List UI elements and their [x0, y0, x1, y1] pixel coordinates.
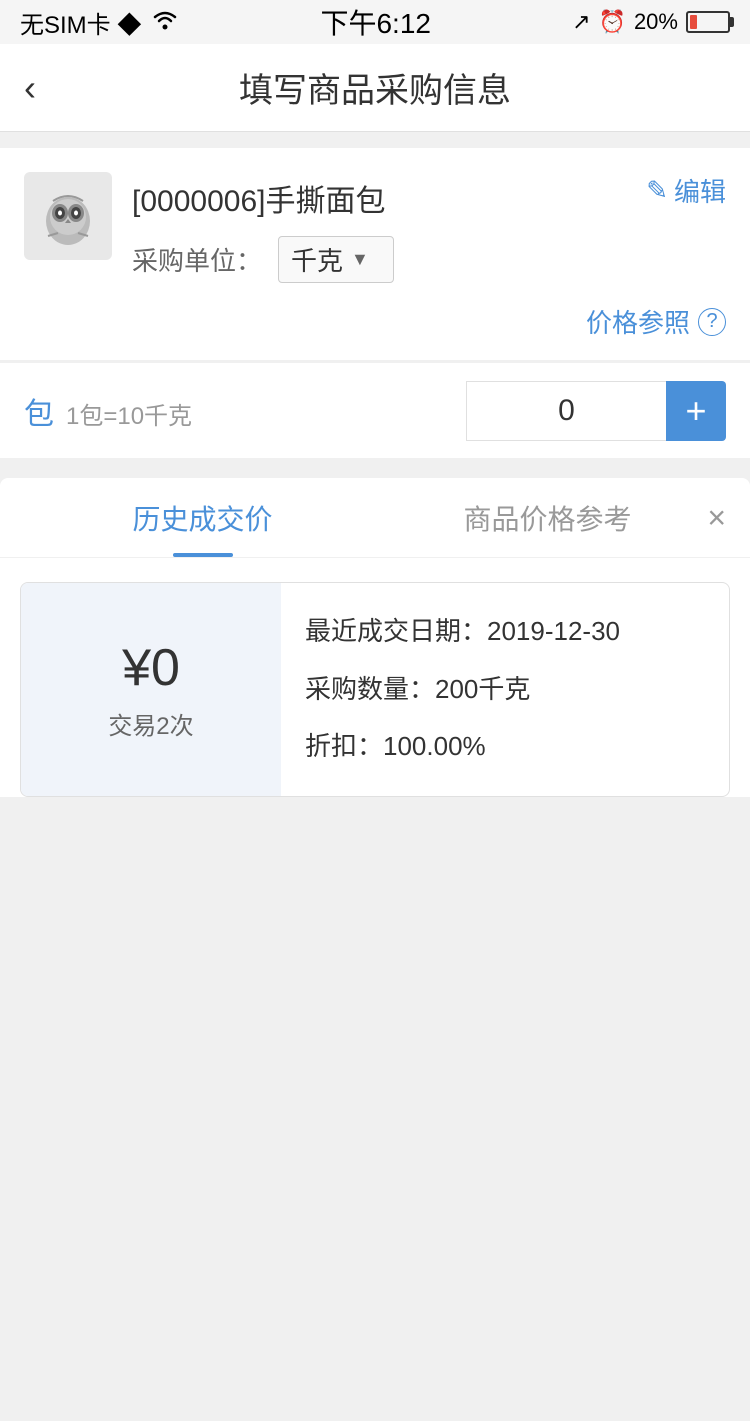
battery-percent: 20%	[634, 9, 678, 35]
price-reference-button[interactable]: 价格参照 ?	[586, 303, 726, 340]
tab-section: 历史成交价 商品价格参考 × ¥0 交易2次 最近成交日期：2019-12-30…	[0, 478, 750, 797]
page-title: 填写商品采购信息	[239, 63, 511, 112]
tab-header: 历史成交价 商品价格参考 ×	[0, 478, 750, 558]
bottom-space	[0, 821, 750, 1421]
status-bar: 无SIM卡 ◆ 下午6:12 ↗ ⏰ 20%	[0, 0, 750, 44]
recent-date-row: 最近成交日期：2019-12-30	[305, 611, 705, 653]
price-card-left: ¥0 交易2次	[21, 583, 281, 796]
tab-close-button[interactable]: ×	[707, 499, 726, 536]
wifi-icon	[151, 8, 179, 37]
quantity-row: 包 1包=10千克 0 +	[0, 362, 750, 458]
quantity-plus-button[interactable]: +	[666, 381, 726, 441]
tab-history-price[interactable]: 历史成交价	[30, 478, 375, 557]
nav-bar: ‹ 填写商品采购信息	[0, 44, 750, 132]
currency-symbol: ¥	[122, 639, 151, 697]
unit-select-text: 千克	[291, 241, 343, 278]
price-trade-count: 交易2次	[108, 706, 193, 741]
tab-history-price-label: 历史成交价	[132, 498, 272, 538]
tab-active-underline	[173, 553, 233, 557]
discount-label: 折扣：	[305, 731, 383, 761]
edit-label: 编辑	[674, 172, 726, 209]
product-unit-row: 采购单位： 千克 ▼	[132, 236, 394, 283]
status-time: 下午6:12	[320, 2, 431, 42]
product-name: [0000006]手撕面包	[132, 176, 394, 220]
recent-date-label: 最近成交日期：	[305, 616, 487, 646]
discount-row: 折扣：100.00%	[305, 726, 705, 768]
quantity-input[interactable]: 0	[466, 381, 666, 441]
unit-select[interactable]: 千克 ▼	[278, 236, 394, 283]
tab-product-price-ref[interactable]: 商品价格参考	[375, 478, 720, 557]
alarm-icon: ⏰	[599, 9, 626, 35]
product-actions: ✎ 编辑	[646, 172, 726, 213]
product-card: [0000006]手撕面包 采购单位： 千克 ▼ ✎ 编辑 价格参照 ?	[0, 148, 750, 360]
dropdown-arrow-icon: ▼	[351, 249, 369, 270]
purchase-qty-label: 采购数量：	[305, 674, 435, 704]
product-thumbnail	[24, 172, 112, 260]
discount-value: 100.00%	[383, 731, 486, 761]
product-header: [0000006]手撕面包 采购单位： 千克 ▼ ✎ 编辑	[24, 172, 726, 283]
help-icon: ?	[698, 308, 726, 336]
price-card-right: 最近成交日期：2019-12-30 采购数量：200千克 折扣：100.00%	[281, 583, 729, 796]
status-left: 无SIM卡 ◆	[20, 5, 179, 40]
battery-fill	[690, 15, 697, 29]
edit-icon: ✎	[646, 175, 668, 206]
product-info: [0000006]手撕面包 采购单位： 千克 ▼	[132, 172, 394, 283]
quantity-conversion: 1包=10千克	[66, 396, 192, 431]
edit-button[interactable]: ✎ 编辑	[646, 172, 726, 209]
price-card: ¥0 交易2次 最近成交日期：2019-12-30 采购数量：200千克 折扣：…	[20, 582, 730, 797]
tab-product-price-ref-label: 商品价格参考	[463, 498, 631, 538]
status-right: ↗ ⏰ 20%	[572, 9, 730, 35]
purchase-qty-value: 200千克	[435, 674, 530, 704]
price-ref-label: 价格参照	[586, 303, 690, 340]
carrier-text: 无SIM卡 ◆	[20, 5, 141, 40]
purchase-qty-row: 采购数量：200千克	[305, 669, 705, 711]
recent-date-value: 2019-12-30	[487, 616, 620, 646]
location-icon: ↗	[572, 9, 590, 35]
battery-icon	[686, 11, 730, 33]
quantity-control: 0 +	[466, 381, 726, 441]
unit-label: 采购单位：	[132, 241, 262, 278]
quantity-left: 包 1包=10千克	[24, 389, 192, 433]
back-button[interactable]: ‹	[24, 67, 36, 109]
product-left: [0000006]手撕面包 采购单位： 千克 ▼	[24, 172, 394, 283]
price-value: 0	[151, 639, 180, 697]
price-amount: ¥0	[122, 638, 180, 698]
quantity-unit-label: 包	[24, 389, 54, 433]
